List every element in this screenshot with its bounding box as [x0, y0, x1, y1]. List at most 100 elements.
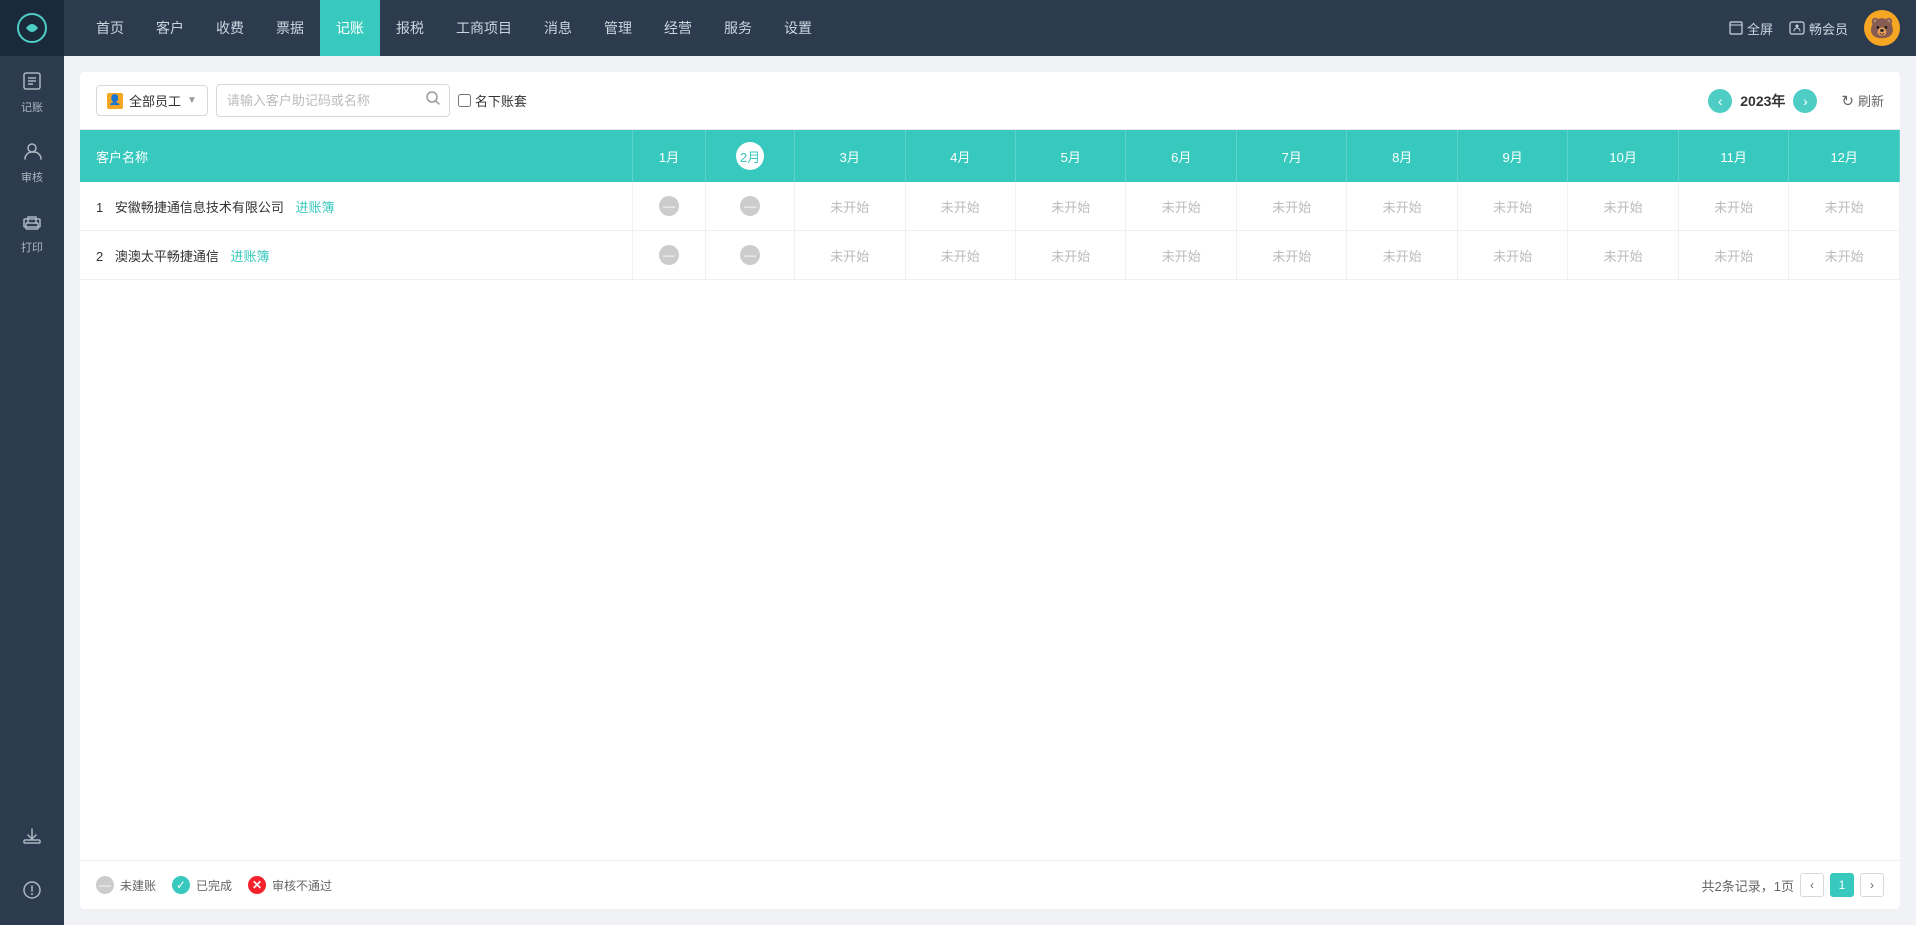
table-row: 2 澳澳太平畅捷通信 进账簿 — — 未开始 未开始 未开始 未开始 未开始 未开始 未开始 未开… [80, 231, 1900, 280]
client-name: 澳澳太平畅捷通信 [115, 249, 219, 264]
pagination: 共2条记录，1页 ‹ 1 › [1702, 873, 1884, 897]
prev-page-btn[interactable]: ‹ [1800, 873, 1824, 897]
status-not-started-text: 未开始 [1272, 249, 1311, 264]
main-panel: 👤 全部员工 ▼ 名下账套 [80, 72, 1900, 909]
nav-home[interactable]: 首页 [80, 0, 140, 56]
page-info: 共2条记录，1页 [1702, 876, 1794, 895]
legend-not-started-icon: — [96, 876, 114, 894]
status-not-started-text: 未开始 [1272, 200, 1311, 215]
row-2-month-2: — [706, 231, 795, 280]
col-m12: 12月 [1789, 130, 1900, 182]
account-set-checkbox-label[interactable]: 名下账套 [458, 91, 527, 110]
download-btn[interactable] [0, 811, 64, 861]
col-m4: 4月 [905, 130, 1015, 182]
status-not-started-text: 未开始 [1051, 249, 1090, 264]
refresh-label: 刷新 [1858, 91, 1884, 110]
support-btn[interactable] [0, 865, 64, 915]
sidebar-item-accounting[interactable]: 记账 [0, 56, 64, 126]
legend-completed-label: 已完成 [196, 877, 232, 894]
search-box [216, 84, 450, 117]
enter-ledger-link[interactable]: 进账簿 [296, 200, 335, 215]
row-2-name-cell: 2 澳澳太平畅捷通信 进账簿 [80, 231, 632, 280]
member-btn[interactable]: 畅会员 [1789, 19, 1848, 38]
row-2-month-1: — [632, 231, 705, 280]
refresh-icon: ↻ [1841, 92, 1854, 110]
next-year-btn[interactable]: › [1793, 89, 1817, 113]
nav-message[interactable]: 消息 [528, 0, 588, 56]
toolbar: 👤 全部员工 ▼ 名下账套 [80, 72, 1900, 130]
sidebar-item-print[interactable]: 打印 [0, 196, 64, 266]
nav-customer[interactable]: 客户 [140, 0, 200, 56]
nav-business[interactable]: 工商项目 [440, 0, 528, 56]
row-1-month-1: — [632, 182, 705, 231]
col-m3: 3月 [795, 130, 905, 182]
sidebar-item-audit-label: 审核 [21, 169, 43, 185]
row-2-month-7: 未开始 [1236, 231, 1346, 280]
row-2-month-4: 未开始 [905, 231, 1015, 280]
refresh-btn[interactable]: ↻ 刷新 [1841, 91, 1884, 110]
sidebar: 记账 审核 打印 [0, 0, 64, 925]
search-input[interactable] [217, 88, 417, 113]
fullscreen-btn[interactable]: 全屏 [1729, 19, 1773, 38]
status-circle-icon: — [740, 196, 760, 216]
col-m7: 7月 [1236, 130, 1346, 182]
col-m1: 1月 [632, 130, 705, 182]
status-not-started-text: 未开始 [1604, 200, 1643, 215]
nav-items: 首页 客户 收费 票据 记账 报税 工商项目 消息 管理 经营 服务 设置 [80, 0, 1729, 56]
user-avatar[interactable]: 🐻 [1864, 10, 1900, 46]
status-not-started-text: 未开始 [1825, 249, 1864, 264]
account-set-checkbox[interactable] [458, 94, 471, 107]
sidebar-item-audit[interactable]: 审核 [0, 126, 64, 196]
status-not-started-text: 未开始 [1493, 249, 1532, 264]
fullscreen-label: 全屏 [1747, 19, 1773, 38]
year-display: 2023年 [1740, 91, 1785, 111]
status-circle-icon: — [740, 245, 760, 265]
client-name: 安徽畅捷通信息技术有限公司 [115, 200, 284, 215]
legend-failed-icon: ✕ [248, 876, 266, 894]
year-nav: ‹ 2023年 › [1708, 89, 1817, 113]
row-2-month-6: 未开始 [1126, 231, 1236, 280]
nav-receivable[interactable]: 收费 [200, 0, 260, 56]
table-footer: — 未建账 ✓ 已完成 ✕ 审核不通过 共2条记录，1页 ‹ 1 › [80, 860, 1900, 909]
col-m10: 10月 [1568, 130, 1678, 182]
row-1-month-5: 未开始 [1015, 182, 1125, 231]
row-2-month-5: 未开始 [1015, 231, 1125, 280]
table-row: 1 安徽畅捷通信息技术有限公司 进账簿 ——未开始未开始未开始未开始未开始未开始… [80, 182, 1900, 231]
status-not-started-text: 未开始 [1383, 200, 1422, 215]
nav-operation[interactable]: 经营 [648, 0, 708, 56]
nav-settings[interactable]: 设置 [768, 0, 828, 56]
status-not-started-text: 未开始 [830, 200, 869, 215]
accounting-icon [18, 67, 46, 95]
employee-label: 全部员工 [129, 91, 181, 110]
legend-completed: ✓ 已完成 [172, 876, 232, 894]
nav-service[interactable]: 服务 [708, 0, 768, 56]
enter-ledger-link[interactable]: 进账簿 [231, 249, 270, 264]
nav-tax[interactable]: 报税 [380, 0, 440, 56]
nav-accounting[interactable]: 记账 [320, 0, 380, 56]
employee-icon: 👤 [107, 93, 123, 109]
nav-manage[interactable]: 管理 [588, 0, 648, 56]
col-m11: 11月 [1678, 130, 1788, 182]
row-1-month-11: 未开始 [1678, 182, 1788, 231]
legend-failed-label: 审核不通过 [272, 877, 332, 894]
col-m9: 9月 [1457, 130, 1567, 182]
col-m6: 6月 [1126, 130, 1236, 182]
prev-year-btn[interactable]: ‹ [1708, 89, 1732, 113]
legend-not-started-label: 未建账 [120, 877, 156, 894]
employee-dropdown[interactable]: 👤 全部员工 ▼ [96, 85, 208, 116]
status-not-started-text: 未开始 [1383, 249, 1422, 264]
sidebar-bottom [0, 811, 64, 925]
next-page-btn[interactable]: › [1860, 873, 1884, 897]
row-1-month-12: 未开始 [1789, 182, 1900, 231]
table-header-row: 客户名称 1月 2月 3月 4月 5月 6月 [80, 130, 1900, 182]
row-2-month-9: 未开始 [1457, 231, 1567, 280]
row-2-month-8: 未开始 [1347, 231, 1457, 280]
search-button[interactable] [417, 85, 449, 116]
row-1-month-10: 未开始 [1568, 182, 1678, 231]
page-1-btn[interactable]: 1 [1830, 873, 1854, 897]
nav-invoice[interactable]: 票据 [260, 0, 320, 56]
row-2-month-12: 未开始 [1789, 231, 1900, 280]
status-not-started-text: 未开始 [1714, 249, 1753, 264]
nav-right: 全屏 畅会员 🐻 [1729, 10, 1900, 46]
data-table: 客户名称 1月 2月 3月 4月 5月 6月 [80, 130, 1900, 280]
